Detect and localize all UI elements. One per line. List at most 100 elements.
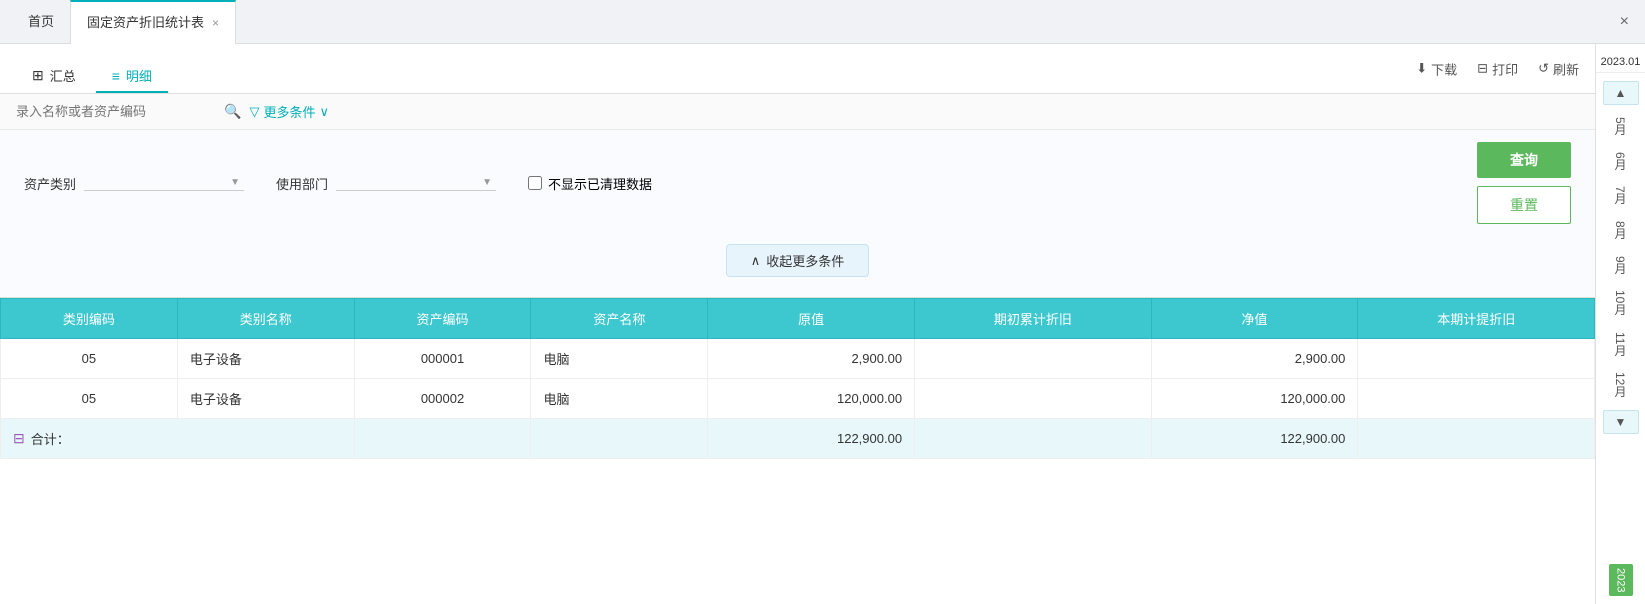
total-accumulated-depreciation [915, 419, 1152, 459]
month-nav-5[interactable]: 5月 [1608, 109, 1633, 144]
toolbar-right: ⬇ 下载 ⊟ 打印 ↺ 刷新 [1416, 59, 1579, 78]
row1-original-value: 2,900.00 [708, 339, 915, 379]
download-label: 下载 [1431, 59, 1457, 78]
data-table: 类别编码 类别名称 资产编码 资产名称 原值 期初累计折旧 净值 本期计提折旧 … [0, 298, 1595, 459]
col-category-code: 类别编码 [1, 299, 178, 339]
row2-category-name: 电子设备 [177, 379, 354, 419]
print-label: 打印 [1492, 59, 1518, 78]
no-cleared-checkbox-item: 不显示已清理数据 [528, 174, 652, 193]
col-current-depreciation: 本期计提折旧 [1358, 299, 1595, 339]
col-net-value: 净值 [1151, 299, 1358, 339]
right-sidebar: 2023.01 ▲ 5月 6月 7月 8月 9月 10月 11月 12月 ▼ 2… [1595, 44, 1645, 604]
row2-category-code: 05 [1, 379, 178, 419]
tab-summary-label: 汇总 [50, 66, 76, 85]
collapse-icon: ∧ [751, 253, 761, 269]
department-select[interactable]: ▼ [336, 175, 496, 191]
tab-detail[interactable]: ≡ 明细 [96, 60, 168, 93]
date-display: 2023.01 [1596, 52, 1645, 73]
refresh-label: 刷新 [1553, 59, 1579, 78]
no-cleared-checkbox[interactable] [528, 176, 542, 190]
row2-net-value: 120,000.00 [1151, 379, 1358, 419]
collapse-button[interactable]: ∧ 收起更多条件 [726, 244, 870, 277]
print-button[interactable]: ⊟ 打印 [1477, 59, 1518, 78]
department-label: 使用部门 [276, 174, 328, 193]
month-nav-12[interactable]: 12月 [1608, 364, 1633, 405]
row1-category-code: 05 [1, 339, 178, 379]
total-original-value: 122,900.00 [708, 419, 915, 459]
download-icon: ⬇ [1416, 61, 1427, 77]
collapse-label: 收起更多条件 [766, 251, 844, 270]
filter-buttons: 查询 重置 [1477, 142, 1571, 224]
asset-category-label: 资产类别 [24, 174, 76, 193]
right-panel-scroll: ▲ 5月 6月 7月 8月 9月 10月 11月 12月 ▼ 2023 [1599, 77, 1643, 596]
asset-category-select[interactable]: ▼ [84, 175, 244, 191]
refresh-icon: ↺ [1538, 61, 1549, 77]
search-icon[interactable]: 🔍 [224, 103, 241, 120]
reset-button[interactable]: 重置 [1477, 186, 1571, 224]
asset-category-arrow-icon: ▼ [230, 177, 240, 188]
search-bar: 🔍 ▽ 更多条件 ∨ [0, 94, 1595, 130]
total-asset-code [354, 419, 531, 459]
refresh-button[interactable]: ↺ 刷新 [1538, 59, 1579, 78]
search-input[interactable] [16, 104, 216, 119]
window-close-icon[interactable]: × [1620, 13, 1629, 31]
total-label-cell: ⊟ 合计： [1, 419, 355, 459]
total-current-depreciation [1358, 419, 1595, 459]
print-icon: ⊟ [1477, 61, 1488, 77]
year-badge[interactable]: 2023 [1609, 564, 1633, 596]
table-row: 05 电子设备 000002 电脑 120,000.00 120,000.00 [1, 379, 1595, 419]
filter-icon: ▽ [249, 104, 259, 120]
row1-accumulated-depreciation [915, 339, 1152, 379]
download-button[interactable]: ⬇ 下载 [1416, 59, 1457, 78]
scroll-up-button[interactable]: ▲ [1603, 81, 1639, 105]
row2-original-value: 120,000.00 [708, 379, 915, 419]
col-asset-code: 资产编码 [354, 299, 531, 339]
col-category-name: 类别名称 [177, 299, 354, 339]
tab-active[interactable]: 固定资产折旧统计表 × [70, 0, 236, 44]
month-nav-11[interactable]: 11月 [1608, 324, 1633, 364]
total-net-value: 122,900.00 [1151, 419, 1358, 459]
row2-current-depreciation [1358, 379, 1595, 419]
tab-home[interactable]: 首页 [12, 0, 70, 44]
tab-close-icon[interactable]: × [212, 1, 219, 45]
table-row: 05 电子设备 000001 电脑 2,900.00 2,900.00 [1, 339, 1595, 379]
row2-accumulated-depreciation [915, 379, 1152, 419]
summary-icon: ⊞ [32, 67, 44, 84]
detail-icon: ≡ [112, 68, 120, 84]
more-conditions-button[interactable]: ▽ 更多条件 ∨ [249, 102, 329, 121]
tab-detail-label: 明细 [126, 66, 152, 85]
row1-net-value: 2,900.00 [1151, 339, 1358, 379]
table-container: 类别编码 类别名称 资产编码 资产名称 原值 期初累计折旧 净值 本期计提折旧 … [0, 298, 1595, 604]
tab-active-label: 固定资产折旧统计表 [87, 1, 204, 45]
col-asset-name: 资产名称 [531, 299, 708, 339]
scroll-down-button[interactable]: ▼ [1603, 410, 1639, 434]
tab-bar: 首页 固定资产折旧统计表 × × [0, 0, 1645, 44]
query-button[interactable]: 查询 [1477, 142, 1571, 178]
row1-asset-code: 000001 [354, 339, 531, 379]
main-content: ⊞ 汇总 ≡ 明细 ⬇ 下载 ⊟ 打印 ↺ 刷新 [0, 44, 1645, 604]
row1-current-depreciation [1358, 339, 1595, 379]
month-nav-6[interactable]: 6月 [1608, 144, 1633, 179]
month-nav-9[interactable]: 9月 [1608, 248, 1633, 283]
total-row: ⊟ 合计： 122,900.00 122,900.00 [1, 419, 1595, 459]
total-label: ⊟ 合计： [13, 429, 342, 448]
no-cleared-label: 不显示已清理数据 [548, 174, 652, 193]
month-nav-7[interactable]: 7月 [1608, 178, 1633, 213]
filter-row: 资产类别 ▼ 使用部门 ▼ 不显示已清理数据 [24, 142, 1571, 224]
month-nav-10[interactable]: 10月 [1608, 282, 1633, 323]
filter-department: 使用部门 ▼ [276, 174, 496, 193]
table-header-row: 类别编码 类别名称 资产编码 资产名称 原值 期初累计折旧 净值 本期计提折旧 [1, 299, 1595, 339]
filter-asset-category: 资产类别 ▼ [24, 174, 244, 193]
filter-panel: 资产类别 ▼ 使用部门 ▼ 不显示已清理数据 [0, 130, 1595, 298]
left-panel: ⊞ 汇总 ≡ 明细 ⬇ 下载 ⊟ 打印 ↺ 刷新 [0, 44, 1595, 604]
tab-summary[interactable]: ⊞ 汇总 [16, 60, 92, 93]
col-original-value: 原值 [708, 299, 915, 339]
month-nav-8[interactable]: 8月 [1608, 213, 1633, 248]
row1-category-name: 电子设备 [177, 339, 354, 379]
total-icon: ⊟ [13, 430, 25, 447]
row1-asset-name: 电脑 [531, 339, 708, 379]
department-arrow-icon: ▼ [482, 177, 492, 188]
chevron-down-icon: ∨ [319, 104, 329, 120]
sub-tab-bar: ⊞ 汇总 ≡ 明细 ⬇ 下载 ⊟ 打印 ↺ 刷新 [0, 44, 1595, 94]
total-asset-name [531, 419, 708, 459]
